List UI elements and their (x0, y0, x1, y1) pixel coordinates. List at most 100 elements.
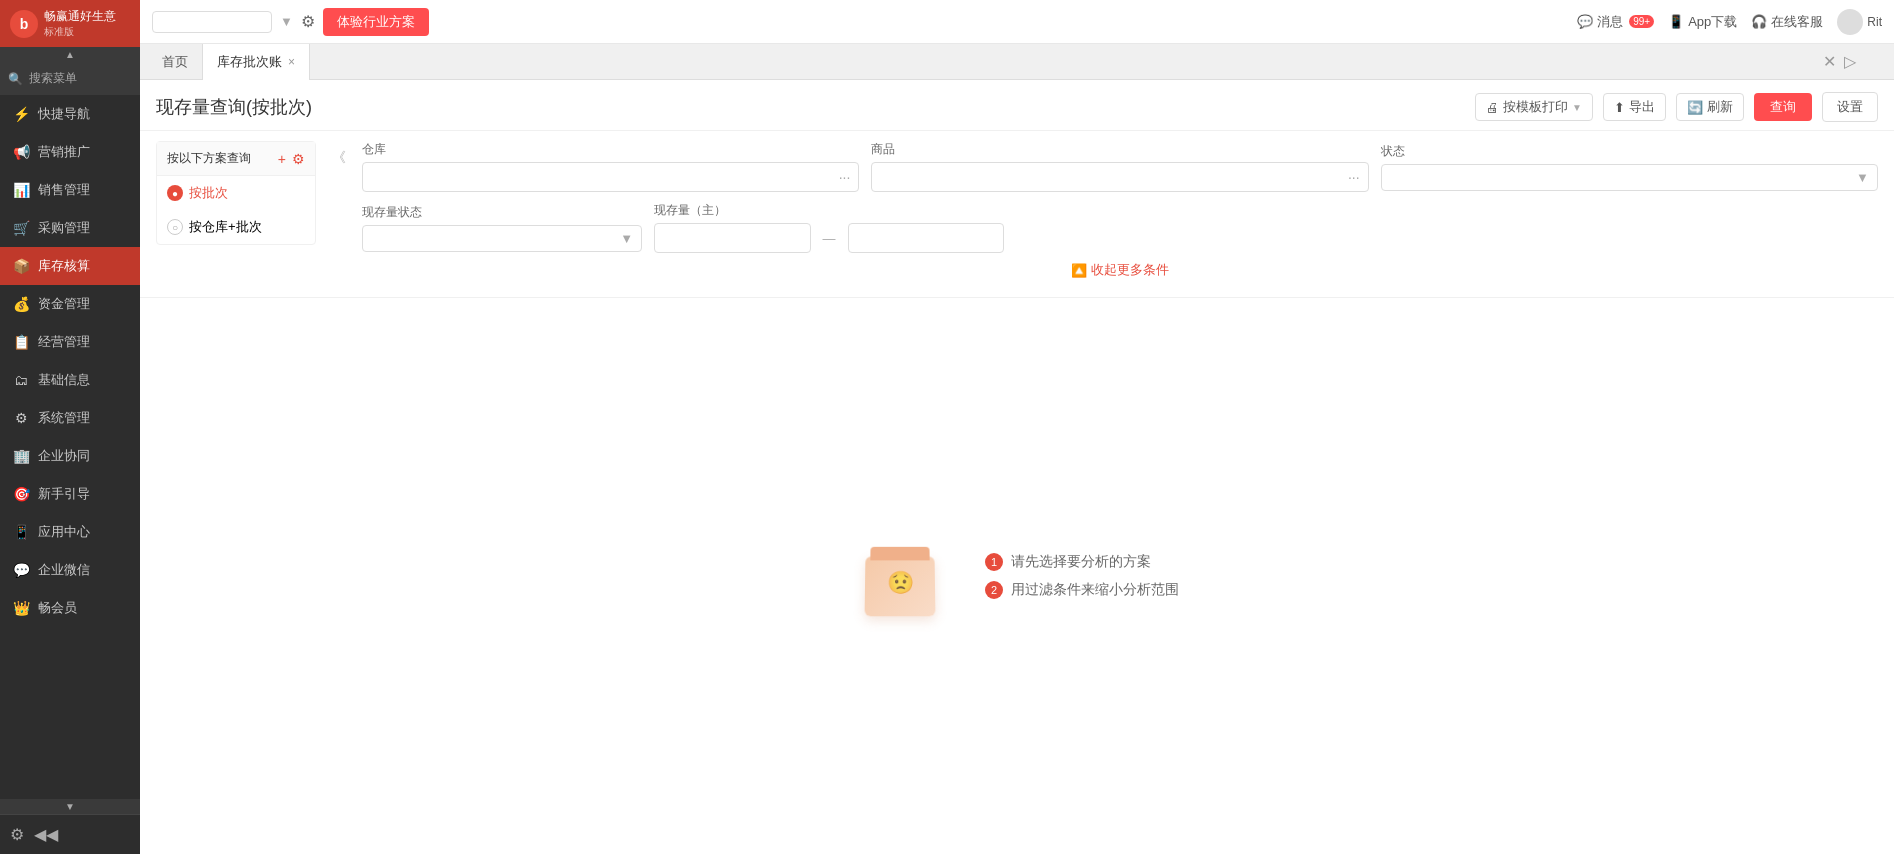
collapse-scheme-button[interactable]: 《 (332, 141, 346, 167)
export-button[interactable]: ⬆ 导出 (1603, 93, 1666, 121)
filter-group-warehouse: 仓库 ··· (362, 141, 859, 192)
sidebar-item-label: 基础信息 (38, 371, 90, 389)
app-download-label: App下载 (1688, 13, 1737, 31)
page-header: 现存量查询(按批次) 🖨 按模板打印 ▼ ⬆ 导出 🔄 刷新 (140, 80, 1894, 131)
sidebar-item-wechat[interactable]: 💬 企业微信 (0, 551, 140, 589)
warehouse-dots[interactable]: ··· (839, 169, 851, 185)
step-num-1: 1 (985, 553, 1003, 571)
expand-icon[interactable]: ▷ (1844, 52, 1856, 71)
stock-status-select[interactable]: ▼ (362, 225, 642, 252)
user-menu[interactable]: Rit (1837, 9, 1882, 35)
status-arrow: ▼ (1856, 170, 1869, 185)
sidebar-item-guide[interactable]: 🎯 新手引导 (0, 475, 140, 513)
guide-icon: 🎯 (12, 485, 30, 503)
export-label: 导出 (1629, 98, 1655, 116)
messages-button[interactable]: 💬 消息 99+ (1577, 13, 1654, 31)
refresh-icon: 🔄 (1687, 100, 1703, 115)
tab-home[interactable]: 首页 (148, 44, 203, 80)
step-num-2: 2 (985, 581, 1003, 599)
tab-inventory-batch[interactable]: 库存批次账 × (203, 44, 310, 80)
topbar-search-input[interactable] (152, 11, 272, 33)
settings-footer-icon[interactable]: ⚙ (10, 825, 24, 844)
settings-button[interactable]: 设置 (1822, 92, 1878, 122)
stock-qty-max-input[interactable] (848, 223, 1005, 253)
search-label: 搜索菜单 (29, 70, 77, 87)
sidebar-item-marketing[interactable]: 📢 营销推广 (0, 133, 140, 171)
query-button[interactable]: 查询 (1754, 93, 1812, 121)
sidebar-item-enterprise[interactable]: 🏢 企业协同 (0, 437, 140, 475)
sidebar-item-sales[interactable]: 📊 销售管理 (0, 171, 140, 209)
print-button[interactable]: 🖨 按模板打印 ▼ (1475, 93, 1593, 121)
refresh-button[interactable]: 🔄 刷新 (1676, 93, 1744, 121)
customer-service-label: 在线客服 (1771, 13, 1823, 31)
tab-close-button[interactable]: × (288, 55, 295, 69)
stock-qty-label: 现存量（主） (654, 202, 1004, 219)
sidebar-item-finance[interactable]: 💰 资金管理 (0, 285, 140, 323)
sidebar-item-inventory[interactable]: 📦 库存核算 (0, 247, 140, 285)
scheme-settings-icon[interactable]: ⚙ (292, 151, 305, 167)
sidebar-item-label: 营销推广 (38, 143, 90, 161)
topbar-dropdown-icon[interactable]: ▼ (280, 14, 293, 29)
messages-label: 消息 (1597, 13, 1623, 31)
operation-icon: 📋 (12, 333, 30, 351)
step-2-text: 用过滤条件来缩小分析范围 (1011, 581, 1179, 599)
sidebar-scroll-up[interactable]: ▲ (0, 47, 140, 62)
sidebar-item-quick-nav[interactable]: ⚡ 快捷导航 (0, 95, 140, 133)
scheme-item-by-batch[interactable]: ● 按批次 (157, 176, 315, 210)
sidebar-item-operation[interactable]: 📋 经营管理 (0, 323, 140, 361)
empty-step-2: 2 用过滤条件来缩小分析范围 (985, 581, 1179, 599)
product-dots[interactable]: ··· (1348, 169, 1360, 185)
avatar (1837, 9, 1863, 35)
sidebar-search[interactable]: 🔍 搜索菜单 (0, 62, 140, 95)
export-icon: ⬆ (1614, 100, 1625, 115)
print-dropdown-icon[interactable]: ▼ (1572, 102, 1582, 113)
filter-group-product: 商品 ··· (871, 141, 1368, 192)
scheme-item-by-warehouse-batch[interactable]: ○ 按仓库+批次 (157, 210, 315, 244)
sidebar-item-label: 应用中心 (38, 523, 90, 541)
sidebar-item-member[interactable]: 👑 畅会员 (0, 589, 140, 627)
sidebar-item-label: 经营管理 (38, 333, 90, 351)
collapse-sidebar-icon[interactable]: ◀◀ (34, 825, 58, 844)
tab-home-label: 首页 (162, 53, 188, 71)
purchase-icon: 🛒 (12, 219, 30, 237)
close-panel-icon[interactable]: ✕ (1823, 52, 1836, 71)
sidebar-item-label: 企业协同 (38, 447, 90, 465)
warehouse-input[interactable]: ··· (362, 162, 859, 192)
search-icon: 🔍 (8, 72, 23, 86)
sidebar-item-purchase[interactable]: 🛒 采购管理 (0, 209, 140, 247)
product-label: 商品 (871, 141, 1368, 158)
app-name: 畅赢通好生意 (44, 8, 116, 25)
page: 现存量查询(按批次) 🖨 按模板打印 ▼ ⬆ 导出 🔄 刷新 (140, 80, 1894, 854)
scheme-panel: 按以下方案查询 + ⚙ ● 按批次 ○ 按仓库+批次 (156, 141, 316, 245)
status-select[interactable]: ▼ (1381, 164, 1878, 191)
sidebar-scroll-down[interactable]: ▼ (0, 799, 140, 814)
filter-group-stock-qty: 现存量（主） — (654, 202, 1004, 253)
filter-row-1: 仓库 ··· 商品 ··· (362, 141, 1878, 192)
add-scheme-icon[interactable]: + (278, 151, 286, 167)
sidebar-item-apps[interactable]: 📱 应用中心 (0, 513, 140, 551)
filter-area: 按以下方案查询 + ⚙ ● 按批次 ○ 按仓库+批次 (140, 131, 1894, 298)
page-header-actions: 🖨 按模板打印 ▼ ⬆ 导出 🔄 刷新 查询 设置 (1475, 92, 1878, 122)
sidebar-item-system[interactable]: ⚙ 系统管理 (0, 399, 140, 437)
messages-badge: 99+ (1629, 15, 1654, 28)
content-area: 现存量查询(按批次) 🖨 按模板打印 ▼ ⬆ 导出 🔄 刷新 (140, 80, 1894, 854)
collapse-more-button[interactable]: 🔼 收起更多条件 (362, 253, 1878, 287)
customer-service-button[interactable]: 🎧 在线客服 (1751, 13, 1823, 31)
topbar-settings-icon[interactable]: ⚙ (301, 12, 315, 31)
sales-icon: 📊 (12, 181, 30, 199)
product-input[interactable]: ··· (871, 162, 1368, 192)
empty-instructions: 1 请先选择要分析的方案 2 用过滤条件来缩小分析范围 (985, 553, 1179, 599)
trial-button[interactable]: 体验行业方案 (323, 8, 429, 36)
print-icon: 🖨 (1486, 100, 1499, 115)
sidebar-item-label: 库存核算 (38, 257, 90, 275)
app-download-button[interactable]: 📱 App下载 (1668, 13, 1737, 31)
page-title: 现存量查询(按批次) (156, 95, 312, 119)
sidebar-item-label: 新手引导 (38, 485, 90, 503)
sidebar-item-basic[interactable]: 🗂 基础信息 (0, 361, 140, 399)
step-1-text: 请先选择要分析的方案 (1011, 553, 1151, 571)
basic-icon: 🗂 (12, 371, 30, 389)
stock-qty-min-input[interactable] (654, 223, 811, 253)
enterprise-icon: 🏢 (12, 447, 30, 465)
scheme-label-by-warehouse-batch: 按仓库+批次 (189, 218, 262, 236)
tab-active-label: 库存批次账 (217, 53, 282, 71)
